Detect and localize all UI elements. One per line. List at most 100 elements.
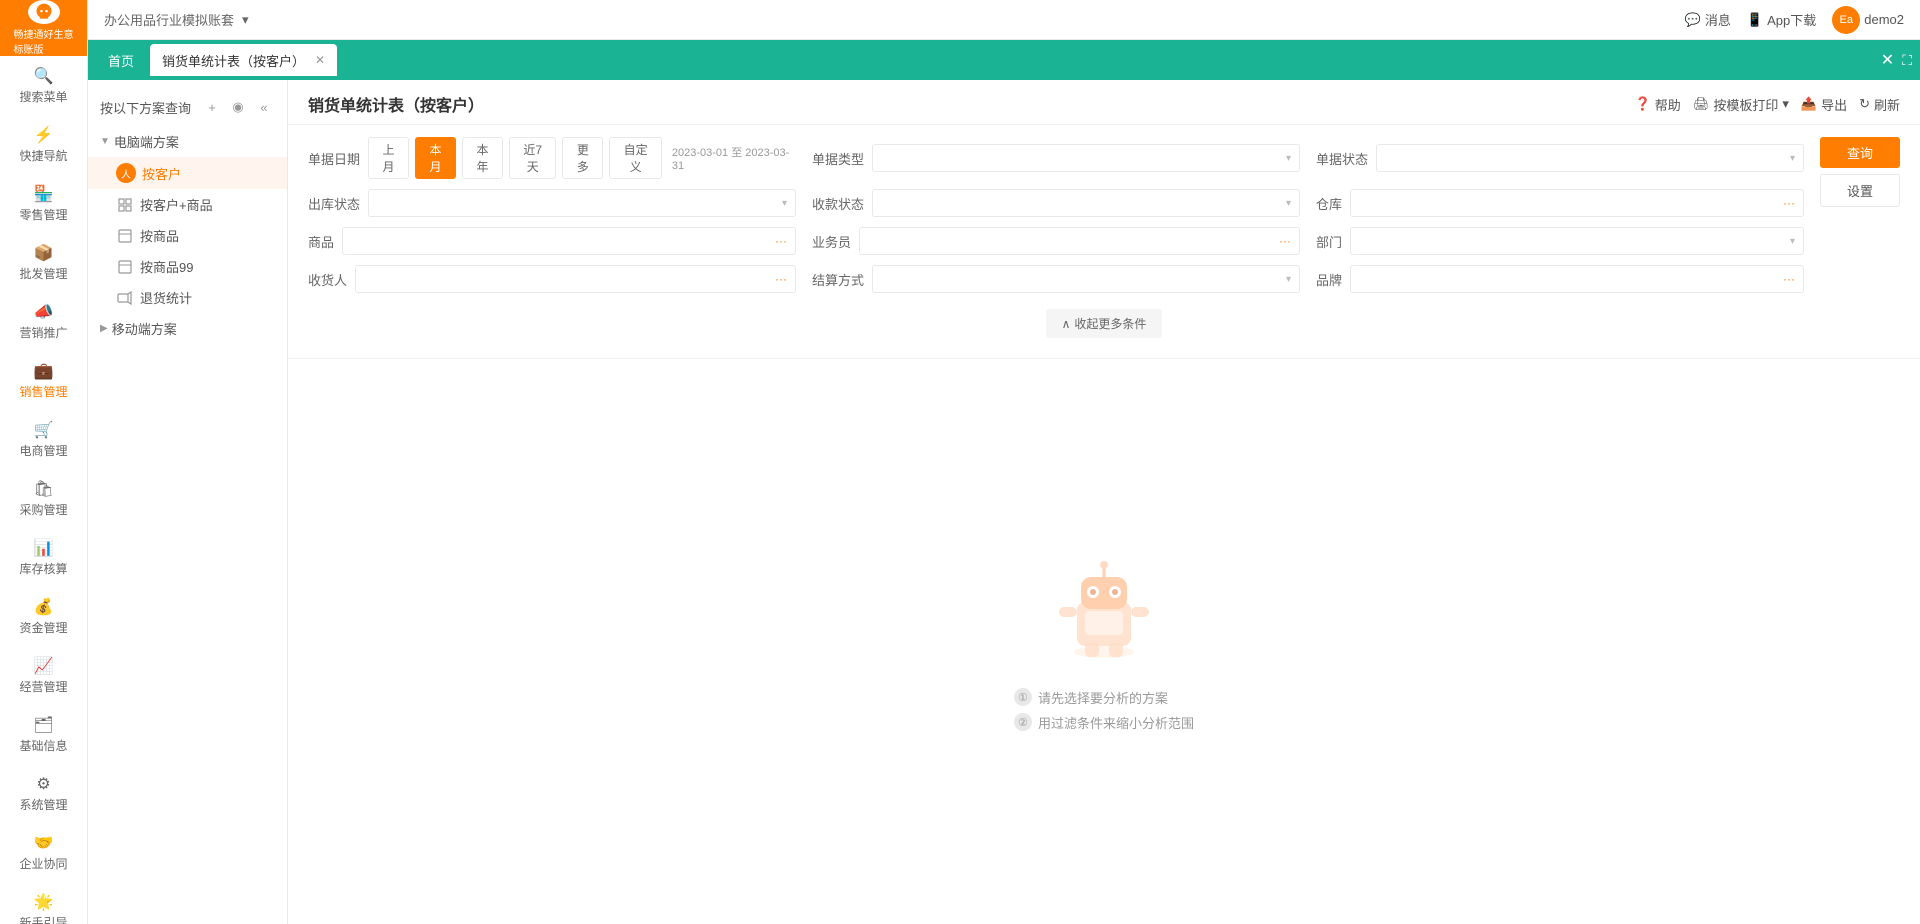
- date-btn-this-year[interactable]: 本年: [462, 137, 503, 179]
- window-maximize-button[interactable]: ⛶: [1902, 52, 1912, 69]
- scheme-panel-title: 按以下方案查询: [100, 98, 191, 117]
- user-name: demo2: [1864, 12, 1904, 27]
- department-label: 部门: [1316, 232, 1342, 251]
- template-print-label: 按模板打印: [1713, 95, 1778, 114]
- department-select[interactable]: ▾: [1350, 227, 1804, 255]
- settlement-select[interactable]: ▾: [872, 265, 1300, 293]
- receipt-status-select[interactable]: ▾: [872, 189, 1300, 217]
- sidebar-item-purchase[interactable]: 🛍 采购管理: [0, 469, 88, 528]
- date-btn-last-month[interactable]: 上月: [368, 137, 409, 179]
- settlement-label: 结算方式: [812, 270, 864, 289]
- scheme-category-mobile-header[interactable]: ▶ 移动端方案: [88, 313, 287, 344]
- receipt-status-arrow-icon: ▾: [1286, 198, 1291, 209]
- basic-icon: 🗂: [34, 715, 54, 735]
- sales-icon: 💼: [34, 361, 54, 381]
- sidebar-item-ecommerce-label: 电商管理: [19, 442, 67, 459]
- query-button[interactable]: 查询: [1820, 137, 1900, 168]
- scheme-category-pc-header[interactable]: ▼ 电脑端方案: [88, 126, 287, 157]
- scheme-category-mobile: ▶ 移动端方案: [88, 313, 287, 344]
- empty-tip-2: ② 用过滤条件来缩小分析范围: [1014, 713, 1194, 732]
- product-icon: [116, 227, 134, 245]
- app-name: 畅捷通好生意 标账版: [14, 26, 74, 56]
- scheme-item-customer-product[interactable]: 按客户+商品: [88, 189, 287, 220]
- sidebar-item-newbie[interactable]: 🌟 新手引导: [0, 882, 88, 924]
- sidebar-item-sales[interactable]: 💼 销售管理: [0, 351, 88, 410]
- settings-button[interactable]: 设置: [1820, 174, 1900, 207]
- template-print-button[interactable]: 🖨 按模板打印 ▾: [1693, 95, 1789, 114]
- tab-home[interactable]: 首页: [96, 44, 146, 76]
- download-icon: 📱: [1747, 12, 1763, 28]
- sidebar-item-operation[interactable]: 📈 经营管理: [0, 646, 88, 705]
- empty-tip-1: ① 请先选择要分析的方案: [1014, 688, 1194, 707]
- date-btn-custom[interactable]: 自定义: [609, 137, 661, 179]
- warehouse-input[interactable]: ···: [1350, 189, 1804, 217]
- sidebar-item-retail[interactable]: 🏪 零售管理: [0, 174, 88, 233]
- messages-button[interactable]: 💬 消息: [1685, 10, 1731, 29]
- sidebar-item-enterprise[interactable]: 🤝 企业协同: [0, 823, 88, 882]
- newbie-icon: 🌟: [34, 892, 54, 912]
- sidebar-item-quicknav[interactable]: ⚡ 快捷导航: [0, 115, 88, 174]
- date-btn-more[interactable]: 更多: [562, 137, 603, 179]
- brand-input[interactable]: ···: [1350, 265, 1804, 293]
- scheme-settings-button[interactable]: ◉: [227, 96, 249, 118]
- scheme-add-button[interactable]: +: [201, 96, 223, 118]
- tab-sales-stats[interactable]: 销货单统计表（按客户） ✕: [150, 44, 337, 76]
- refresh-button[interactable]: ↻ 刷新: [1859, 95, 1900, 114]
- messages-label: 消息: [1705, 10, 1731, 29]
- export-icon: 📤: [1801, 96, 1817, 112]
- date-btn-last7[interactable]: 近7天: [509, 137, 556, 179]
- scheme-item-return-stats[interactable]: 退货统计: [88, 282, 287, 313]
- warehouse-filter: 仓库 ···: [1316, 189, 1804, 217]
- scheme-item-by-customer[interactable]: 人 按客户: [88, 157, 287, 189]
- doc-type-label: 单据类型: [812, 149, 864, 168]
- empty-state: ① 请先选择要分析的方案 ② 用过滤条件来缩小分析范围: [288, 359, 1920, 924]
- purchase-icon: 🛍: [34, 479, 54, 499]
- doc-type-select[interactable]: ▾: [872, 144, 1300, 172]
- scheme-item-by-product[interactable]: 按商品: [88, 220, 287, 251]
- scheme-item-by-product-99[interactable]: 按商品99: [88, 251, 287, 282]
- settlement-filter: 结算方式 ▾: [812, 265, 1300, 293]
- sidebar-item-wholesale[interactable]: 📦 批发管理: [0, 233, 88, 292]
- refresh-icon: ↻: [1859, 96, 1870, 112]
- warehouse-dots-icon: ···: [1783, 196, 1795, 210]
- user-menu[interactable]: Ea demo2: [1832, 6, 1904, 34]
- window-close-button[interactable]: ✕: [1881, 50, 1894, 70]
- product-input[interactable]: ···: [342, 227, 796, 255]
- top-header: 办公用品行业模拟账套 ▾ 💬 消息 📱 App下载 Ea demo2: [88, 0, 1920, 40]
- date-filter-controls: 上月 本月 本年 近7天 更多 自定义 2023-03-01 至 2023-03…: [368, 137, 796, 179]
- breadcrumb-arrow[interactable]: ▾: [242, 12, 249, 28]
- tab-close-button[interactable]: ✕: [315, 53, 325, 67]
- mobile-arrow-icon: ▶: [100, 323, 108, 334]
- scheme-collapse-button[interactable]: «: [253, 96, 275, 118]
- sidebar-item-basic[interactable]: 🗂 基础信息: [0, 705, 88, 764]
- scheme-item-by-product-label: 按商品: [140, 226, 179, 245]
- sidebar-item-system-label: 系统管理: [19, 796, 67, 813]
- out-status-select[interactable]: ▾: [368, 189, 796, 217]
- sidebar-item-marketing[interactable]: 📣 营销推广: [0, 292, 88, 351]
- help-button[interactable]: ❓ 帮助: [1635, 95, 1681, 114]
- export-button[interactable]: 📤 导出: [1801, 95, 1847, 114]
- scheme-panel-actions: + ◉ «: [201, 96, 275, 118]
- sidebar-item-ecommerce[interactable]: 🛒 电商管理: [0, 410, 88, 469]
- product99-icon: [116, 258, 134, 276]
- page-title: 销货单统计表（按客户）: [308, 92, 484, 116]
- sidebar-item-finance[interactable]: 💰 资金管理: [0, 587, 88, 646]
- retail-icon: 🏪: [34, 184, 54, 204]
- collapse-conditions-button[interactable]: ∧ 收起更多条件: [1046, 309, 1163, 338]
- sidebar-item-search[interactable]: 🔍 搜索菜单: [0, 56, 88, 115]
- sidebar-item-inventory[interactable]: 📊 库存核算: [0, 528, 88, 587]
- recipient-input[interactable]: ···: [355, 265, 796, 293]
- mobile-category-label: 移动端方案: [112, 319, 177, 338]
- page-actions: ❓ 帮助 🖨 按模板打印 ▾ 📤 导出 ↻ 刷新: [1635, 95, 1900, 114]
- recipient-dots-icon: ···: [775, 272, 787, 286]
- doc-status-select[interactable]: ▾: [1376, 144, 1804, 172]
- product-filter: 商品 ···: [308, 227, 796, 255]
- sidebar-item-system[interactable]: ⚙ 系统管理: [0, 764, 88, 823]
- app-download-button[interactable]: 📱 App下载: [1747, 10, 1816, 29]
- pc-category-label: 电脑端方案: [114, 132, 179, 151]
- customer-icon: 人: [116, 163, 136, 183]
- salesperson-input[interactable]: ···: [859, 227, 1300, 255]
- date-btn-this-month[interactable]: 本月: [415, 137, 456, 179]
- department-arrow-icon: ▾: [1790, 236, 1795, 247]
- scheme-item-by-customer-label: 按客户: [142, 164, 181, 183]
